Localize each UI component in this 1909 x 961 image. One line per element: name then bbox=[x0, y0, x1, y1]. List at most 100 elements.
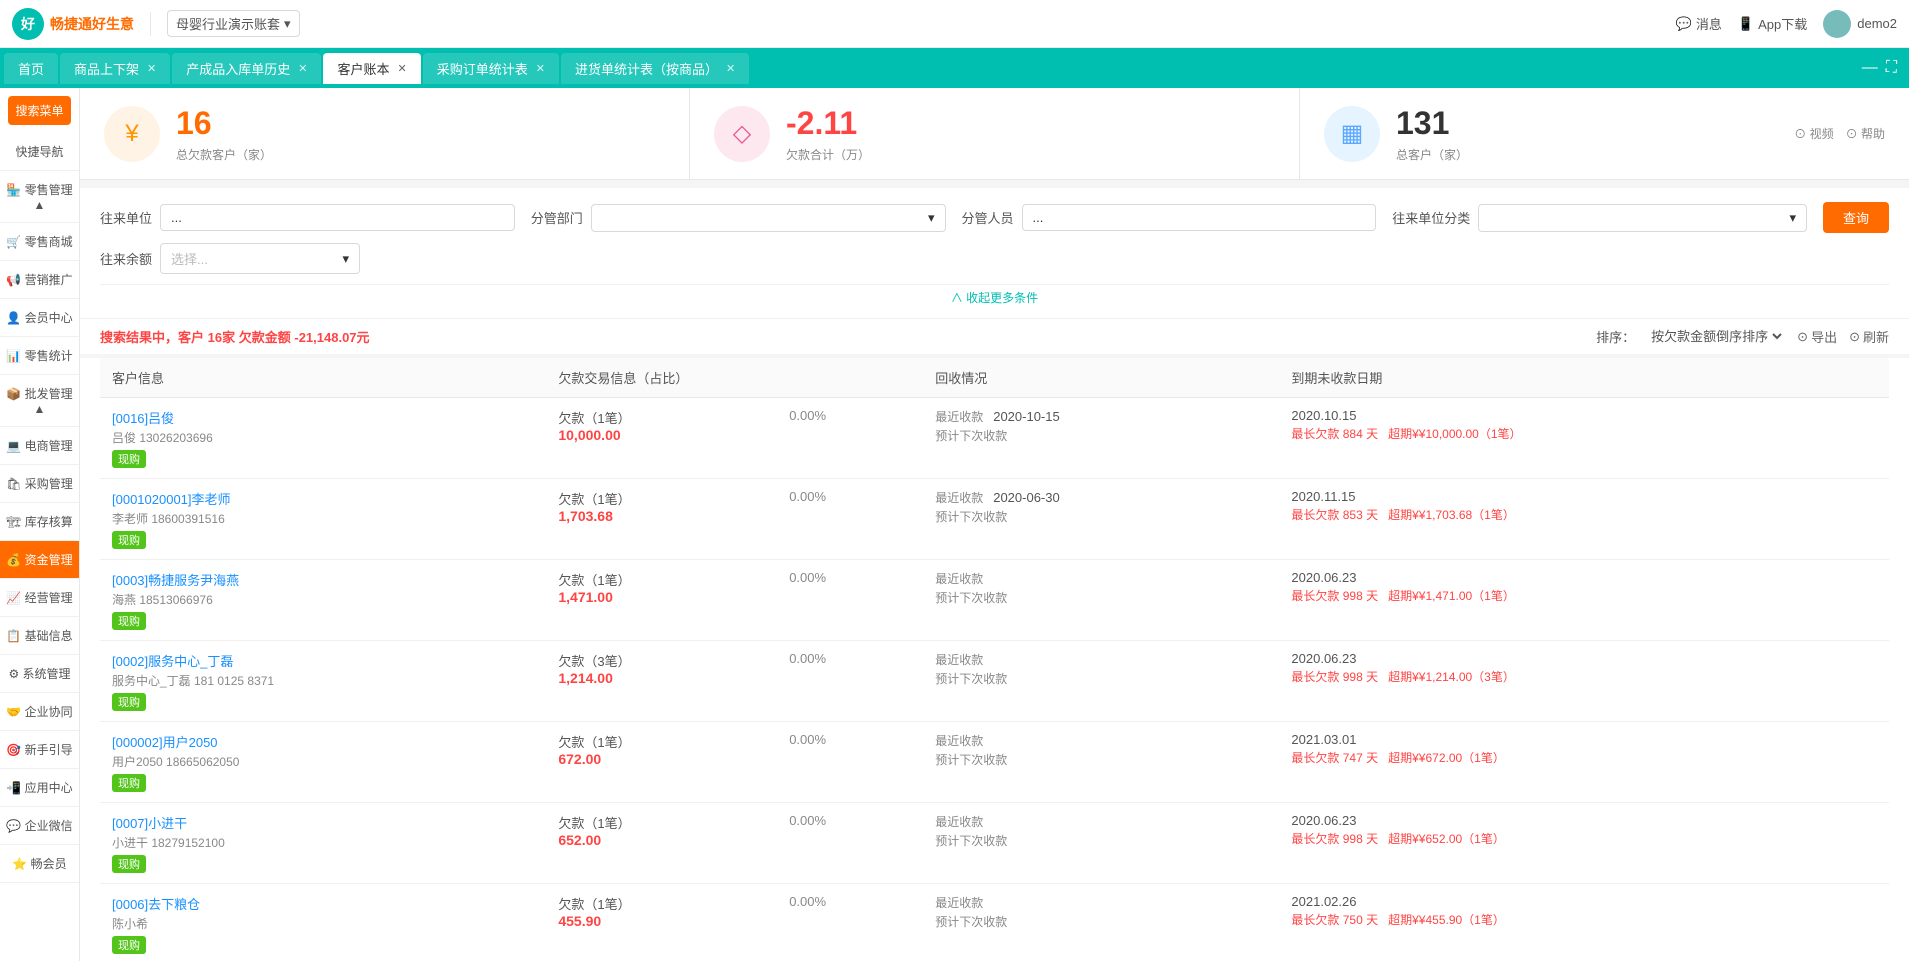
minimize-btn[interactable]: — bbox=[1862, 59, 1878, 77]
customer-name-0[interactable]: [0016]吕俊 bbox=[112, 411, 174, 426]
customer-name-3[interactable]: [0002]服务中心_丁磊 bbox=[112, 654, 233, 669]
due-date-2: 2020.06.23 bbox=[1291, 570, 1877, 585]
cell-debt-0: 欠款（1笔） 10,000.00 bbox=[546, 398, 777, 479]
debt-amount-1[interactable]: 1,703.68 bbox=[558, 508, 765, 524]
overdue-text-6: 最长欠款 750 天 超期¥¥455.90（1笔） bbox=[1291, 911, 1877, 928]
tab-product-off-close[interactable]: ✕ bbox=[147, 62, 156, 75]
sidebar-label-operation: 经营管理 bbox=[25, 591, 73, 605]
overdue-link-1[interactable]: 超期¥¥1,703.68（1笔） bbox=[1388, 508, 1515, 522]
stat-actions: ⊙ 视频 ⊙ 帮助 bbox=[1794, 125, 1885, 142]
balance-input[interactable]: 选择... ▾ bbox=[160, 243, 360, 274]
customer-name-6[interactable]: [0006]去下粮仓 bbox=[112, 897, 200, 912]
unit-class-input[interactable]: ▾ bbox=[1478, 204, 1807, 232]
debt-amount-6[interactable]: 455.90 bbox=[558, 913, 765, 929]
tab-product-history[interactable]: 产成品入库单历史 ✕ bbox=[172, 53, 321, 84]
maximize-btn[interactable]: ⛶ bbox=[1886, 59, 1897, 77]
search-menu-btn[interactable]: 搜索菜单 bbox=[8, 96, 71, 125]
stat-value-total-debt: -2.11 bbox=[786, 104, 870, 142]
dept-label: 分管部门 bbox=[531, 208, 583, 227]
overdue-link-3[interactable]: 超期¥¥1,214.00（3笔） bbox=[1388, 670, 1515, 684]
overdue-link-4[interactable]: 超期¥¥672.00（1笔） bbox=[1388, 751, 1505, 765]
stat-label-total-debt: 欠款合计（万） bbox=[786, 146, 870, 163]
return-last-label-6: 最近收款 bbox=[935, 894, 1267, 911]
stats-bar: ¥ 16 总欠款客户（家） ◇ -2.11 欠款合计（万） ▦ 131 总客户（… bbox=[80, 88, 1909, 180]
col-debt-info: 欠款交易信息（占比） bbox=[546, 358, 923, 398]
filter-dept: 分管部门 ▾ bbox=[531, 204, 946, 232]
sidebar-item-basic-info[interactable]: 📋 基础信息 bbox=[0, 617, 79, 655]
overdue-text-1: 最长欠款 853 天 超期¥¥1,703.68（1笔） bbox=[1291, 506, 1877, 523]
stat-label-debt-customers: 总欠款客户（家） bbox=[176, 146, 272, 163]
collapse-filters-btn[interactable]: ∧ 收起更多条件 bbox=[100, 284, 1889, 310]
message-btn[interactable]: 💬 消息 bbox=[1676, 14, 1722, 33]
tab-customer-account-close[interactable]: ✕ bbox=[398, 62, 407, 75]
sidebar-item-marketing[interactable]: 📢 营销推广 bbox=[0, 261, 79, 299]
query-btn[interactable]: 查询 bbox=[1823, 202, 1889, 233]
user-area[interactable]: demo2 bbox=[1823, 10, 1897, 38]
sidebar-label-finance: 资金管理 bbox=[25, 553, 73, 567]
customer-name-4[interactable]: [000002]用户2050 bbox=[112, 735, 218, 750]
tab-purchase-summary[interactable]: 采购订单统计表 ✕ bbox=[423, 53, 559, 84]
person-input[interactable]: ... bbox=[1022, 204, 1377, 231]
overdue-link-5[interactable]: 超期¥¥652.00（1笔） bbox=[1388, 832, 1505, 846]
overdue-link-6[interactable]: 超期¥¥455.90（1笔） bbox=[1388, 913, 1505, 927]
sidebar-item-enterprise-wx[interactable]: 💬 企业微信 bbox=[0, 807, 79, 845]
app-download-btn[interactable]: 📱 App下载 bbox=[1738, 14, 1807, 33]
sidebar-item-batch-mgmt[interactable]: 📦 批发管理 ▲ bbox=[0, 375, 79, 427]
tab-product-off-label: 商品上下架 bbox=[74, 59, 139, 78]
video-btn[interactable]: ⊙ 视频 bbox=[1794, 125, 1833, 142]
sidebar-item-member[interactable]: 👤 会员中心 bbox=[0, 299, 79, 337]
dept-input[interactable]: ▾ bbox=[591, 204, 946, 232]
customer-tag-4: 现购 bbox=[112, 774, 146, 792]
debt-amount-5[interactable]: 652.00 bbox=[558, 832, 765, 848]
sidebar-item-vip-member[interactable]: ⭐ 畅会员 bbox=[0, 845, 79, 883]
sidebar-item-app-center[interactable]: 📲 应用中心 bbox=[0, 769, 79, 807]
tab-import-summary-close[interactable]: ✕ bbox=[726, 62, 735, 75]
help-btn[interactable]: ⊙ 帮助 bbox=[1846, 125, 1885, 142]
sidebar-item-retail-mgmt[interactable]: 🏪 零售管理 ▲ bbox=[0, 171, 79, 223]
customer-sub-3: 服务中心_丁磊 181 0125 8371 bbox=[112, 672, 534, 689]
sidebar-item-finance[interactable]: 💰 资金管理 bbox=[0, 541, 79, 579]
sidebar-item-newbie[interactable]: 🎯 新手引导 bbox=[0, 731, 79, 769]
customer-name-5[interactable]: [0007]小进干 bbox=[112, 816, 187, 831]
stat-value-debt-customers: 16 bbox=[176, 104, 272, 142]
debt-count-6: 欠款（1笔） bbox=[558, 894, 765, 913]
customer-name-2[interactable]: [0003]畅捷服务尹海燕 bbox=[112, 573, 239, 588]
tab-home[interactable]: 首页 bbox=[4, 53, 58, 84]
sidebar-item-operation[interactable]: 📈 经营管理 bbox=[0, 579, 79, 617]
overdue-text-3: 最长欠款 998 天 超期¥¥1,214.00（3笔） bbox=[1291, 668, 1877, 685]
tab-import-summary[interactable]: 进货单统计表（按商品） ✕ bbox=[561, 53, 749, 84]
chevron-down-balance-icon: ▾ bbox=[342, 251, 349, 267]
tab-customer-account[interactable]: 客户账本 ✕ bbox=[323, 53, 420, 84]
sidebar-label-basic-info: 基础信息 bbox=[25, 629, 73, 643]
export-btn[interactable]: ⊙ 导出 bbox=[1797, 327, 1837, 346]
debt-amount-0[interactable]: 10,000.00 bbox=[558, 427, 765, 443]
sidebar-item-ecommerce[interactable]: 💻 电商管理 bbox=[0, 427, 79, 465]
sidebar-item-retail-stat[interactable]: 📊 零售统计 bbox=[0, 337, 79, 375]
sidebar-item-retail-mall[interactable]: 🛒 零售商城 bbox=[0, 223, 79, 261]
from-unit-input[interactable]: ... bbox=[160, 204, 515, 231]
sidebar-item-enterprise-coop[interactable]: 🤝 企业协同 bbox=[0, 693, 79, 731]
sidebar-item-inventory[interactable]: 🏗 库存核算 bbox=[0, 503, 79, 541]
sidebar-item-purchase-mgmt[interactable]: 🛍 采购管理 bbox=[0, 465, 79, 503]
top-bar-right: 💬 消息 📱 App下载 demo2 bbox=[1676, 10, 1897, 38]
collapse-icon: ∧ bbox=[951, 291, 963, 305]
debt-amount-3[interactable]: 1,214.00 bbox=[558, 670, 765, 686]
sidebar-label-ecommerce: 电商管理 bbox=[25, 439, 73, 453]
tab-product-history-close[interactable]: ✕ bbox=[298, 62, 307, 75]
customer-tag-1: 现购 bbox=[112, 531, 146, 549]
refresh-btn[interactable]: ⊙ 刷新 bbox=[1849, 327, 1889, 346]
cell-due-4: 2021.03.01 最长欠款 747 天 超期¥¥672.00（1笔） bbox=[1279, 722, 1889, 803]
sidebar-item-system[interactable]: ⚙ 系统管理 bbox=[0, 655, 79, 693]
tab-purchase-summary-close[interactable]: ✕ bbox=[536, 62, 545, 75]
refresh-icon: ⊙ bbox=[1849, 329, 1860, 345]
customer-name-1[interactable]: [0001020001]李老师 bbox=[112, 492, 231, 507]
overdue-link-0[interactable]: 超期¥¥10,000.00（1笔） bbox=[1388, 427, 1521, 441]
debt-amount-4[interactable]: 672.00 bbox=[558, 751, 765, 767]
sort-select[interactable]: 按欠款金额倒序排序 bbox=[1647, 327, 1785, 346]
sidebar-item-quick-nav[interactable]: 快捷导航 bbox=[0, 133, 79, 171]
overdue-link-2[interactable]: 超期¥¥1,471.00（1笔） bbox=[1388, 589, 1515, 603]
store-select[interactable]: 母婴行业演示账套 ▾ bbox=[167, 10, 300, 37]
tab-product-off[interactable]: 商品上下架 ✕ bbox=[60, 53, 170, 84]
debt-amount-2[interactable]: 1,471.00 bbox=[558, 589, 765, 605]
result-summary: 搜索结果中，客户 16家 欠款金额 -21,148.07元 bbox=[100, 327, 370, 346]
